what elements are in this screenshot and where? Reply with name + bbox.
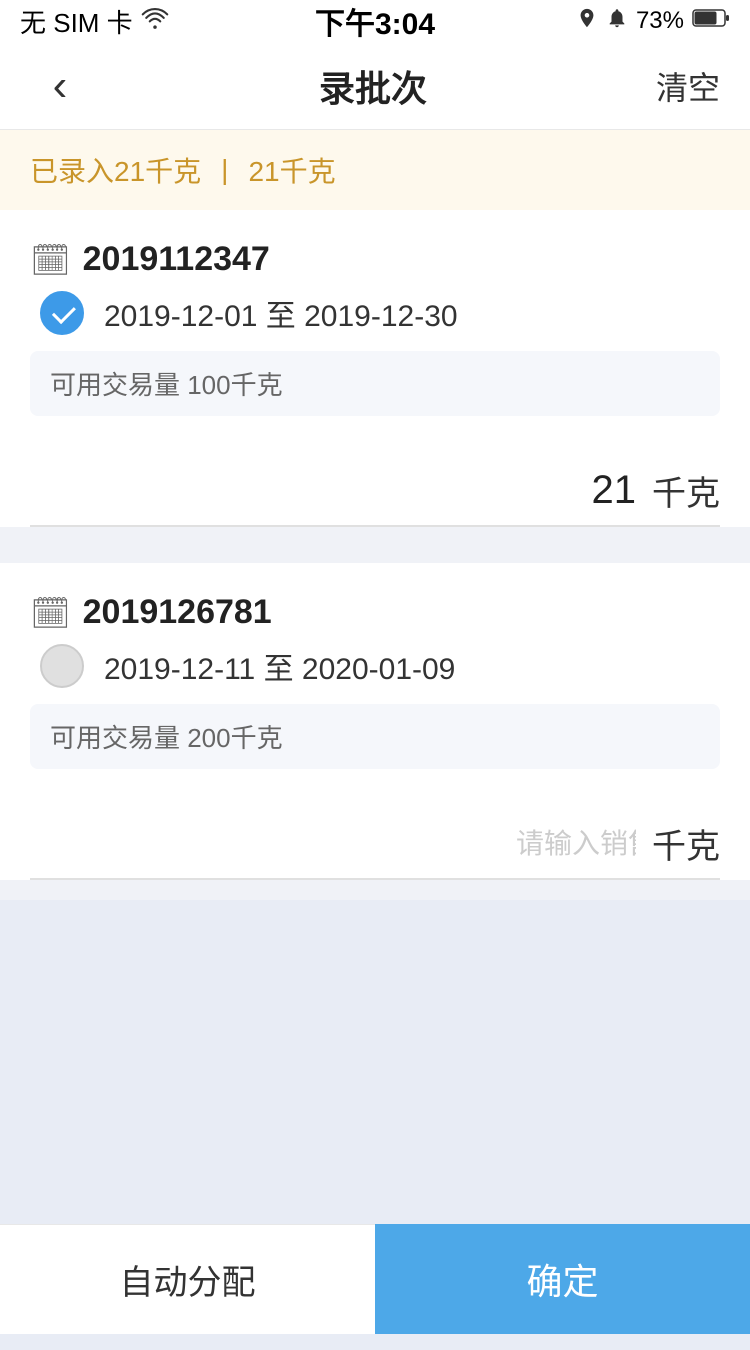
status-right: 73% (576, 7, 730, 36)
carrier-label: 无 SIM 卡 (20, 3, 133, 40)
status-left: 无 SIM 卡 (20, 3, 169, 40)
location-icon (576, 7, 598, 36)
summary-divider: | (221, 154, 228, 186)
summary-value: 21千克 (248, 150, 335, 190)
battery-label: 73% (636, 7, 684, 35)
batch-row-1: 2019-12-01 至 2019-12-30 (30, 291, 720, 335)
quantity-input-1[interactable] (516, 468, 636, 513)
section-divider (0, 547, 750, 563)
batch-icon-2: 🗓 (30, 594, 71, 632)
back-icon: ‹ (53, 64, 68, 108)
quantity-input-2[interactable] (516, 828, 636, 860)
batch-item-2: 🗓 2019126781 2019-12-11 至 2020-01-09 可用交… (0, 563, 750, 799)
quantity-unit-1: 千克 (652, 466, 720, 515)
available-quantity-1: 可用交易量 100千克 (30, 351, 720, 416)
batch-icon-1: 🗓 (30, 241, 71, 279)
quantity-row-1: 千克 (0, 446, 750, 515)
batch-select-2[interactable] (40, 644, 84, 688)
batch-select-1[interactable] (40, 291, 84, 335)
auto-distribute-button[interactable]: 自动分配 (0, 1224, 375, 1334)
confirm-button[interactable]: 确定 (375, 1224, 750, 1334)
batch-item-1: 🗓 2019112347 2019-12-01 至 2019-12-30 可用交… (0, 210, 750, 446)
available-quantity-2: 可用交易量 200千克 (30, 704, 720, 769)
wifi-icon (141, 6, 169, 37)
status-bar: 无 SIM 卡 下午3:04 73% (0, 0, 750, 42)
status-time: 下午3:04 (315, 0, 435, 43)
batch-row-2: 2019-12-11 至 2020-01-09 (30, 644, 720, 688)
input-divider-2 (30, 878, 720, 880)
alarm-icon (606, 7, 628, 36)
input-divider-1 (30, 525, 720, 527)
batch-id-1: 2019112347 (83, 240, 270, 279)
batch-date-2: 2019-12-11 至 2020-01-09 (104, 644, 455, 688)
nav-bar: ‹ 录批次 清空 (0, 42, 750, 130)
quantity-unit-2: 千克 (652, 819, 720, 868)
page-title: 录批次 (319, 60, 427, 112)
bottom-bar: 自动分配 确定 (0, 1224, 750, 1334)
batch-header-1: 🗓 2019112347 (30, 240, 720, 279)
batch-header-2: 🗓 2019126781 (30, 593, 720, 632)
batch-date-1: 2019-12-01 至 2019-12-30 (104, 291, 458, 335)
summary-banner: 已录入21千克 | 21千克 (0, 130, 750, 210)
batch-card-2: 🗓 2019126781 2019-12-11 至 2020-01-09 可用交… (0, 563, 750, 880)
summary-label: 已录入21千克 (30, 150, 201, 190)
battery-icon (692, 7, 730, 36)
back-button[interactable]: ‹ (30, 56, 90, 116)
batch-id-2: 2019126781 (83, 593, 272, 632)
batch-card-1: 🗓 2019112347 2019-12-01 至 2019-12-30 可用交… (0, 210, 750, 527)
quantity-row-2: 千克 (0, 799, 750, 868)
clear-button[interactable]: 清空 (656, 63, 720, 109)
